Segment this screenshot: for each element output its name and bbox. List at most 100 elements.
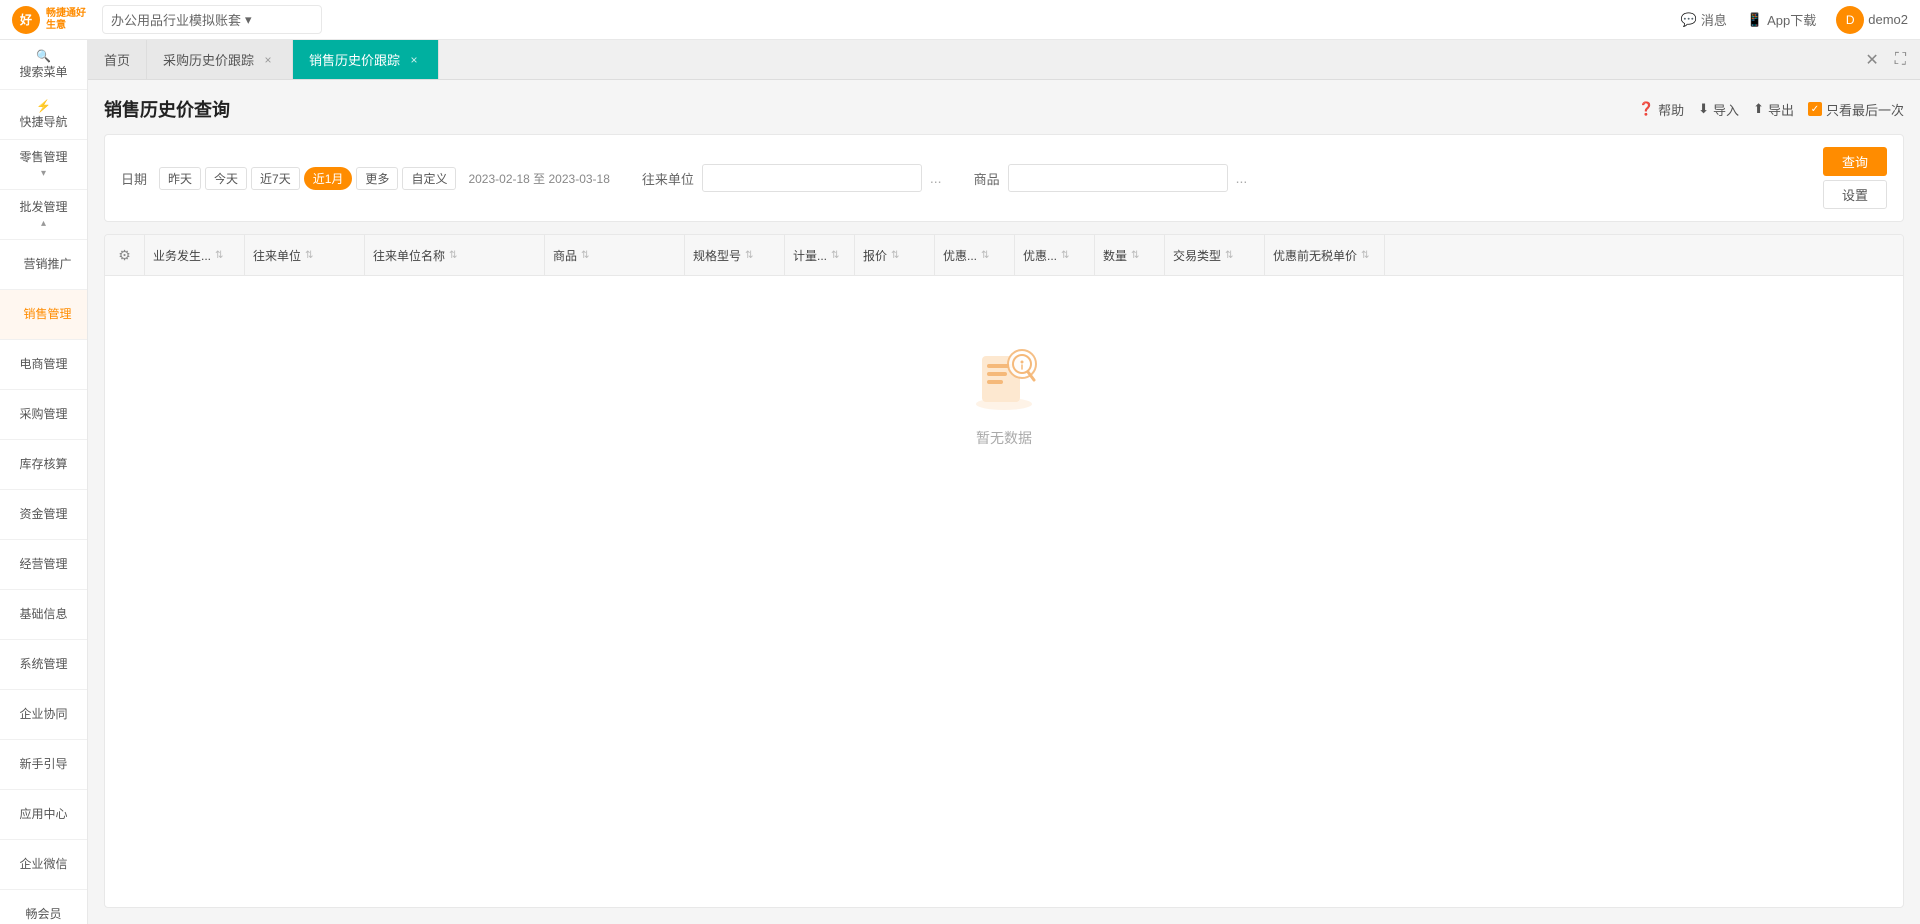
sidebar-item-quick-nav[interactable]: ⚡ 快捷导航 bbox=[0, 90, 87, 140]
date-btn-more[interactable]: 更多 bbox=[356, 167, 398, 190]
last-only-checkbox[interactable]: ✓ 只看最后一次 bbox=[1808, 100, 1904, 119]
sort-icon-qty: ⇅ bbox=[1131, 250, 1139, 261]
tab-sales-track[interactable]: 销售历史价跟踪 × bbox=[293, 40, 439, 79]
partner-picker-btn[interactable]: ... bbox=[930, 170, 942, 186]
help-icon: ❓ bbox=[1638, 101, 1654, 117]
date-btn-7days[interactable]: 近7天 bbox=[251, 167, 300, 190]
th-product[interactable]: 商品 ⇅ bbox=[545, 235, 685, 275]
empty-text: 暂无数据 bbox=[976, 428, 1032, 448]
content-area: 首页 采购历史价跟踪 × 销售历史价跟踪 × ✕ ⛶ 销售历史价查询 bbox=[88, 40, 1920, 924]
sort-icon-partner-name: ⇅ bbox=[449, 250, 457, 261]
nav-icon: ⚡ bbox=[36, 99, 51, 113]
sidebar-item-enterprise-wx[interactable]: 企业微信 bbox=[0, 840, 87, 890]
sort-icon-trade-type: ⇅ bbox=[1225, 250, 1233, 261]
sidebar-item-sales-mgmt[interactable]: 销售管理 bbox=[0, 290, 87, 340]
sidebar-item-retail[interactable]: 零售管理 ▾ bbox=[0, 140, 87, 190]
th-discount1[interactable]: 优惠... ⇅ bbox=[935, 235, 1015, 275]
sidebar-item-basic-info[interactable]: 基础信息 bbox=[0, 590, 87, 640]
th-partner-name[interactable]: 往来单位名称 ⇅ bbox=[365, 235, 545, 275]
date-buttons: 昨天 今天 近7天 近1月 更多 自定义 bbox=[159, 167, 456, 190]
tab-close-sales[interactable]: × bbox=[406, 52, 422, 68]
logo-icon: 好 bbox=[12, 6, 40, 34]
message-btn[interactable]: 💬 消息 bbox=[1681, 10, 1727, 29]
sort-icon-unit: ⇅ bbox=[831, 250, 839, 261]
th-discount2[interactable]: 优惠... ⇅ bbox=[1015, 235, 1095, 275]
org-dropdown[interactable]: 办公用品行业模拟账套 ▾ bbox=[102, 5, 322, 34]
page-header: 销售历史价查询 ❓ 帮助 ⬇ 导入 ⬆ 导出 ✓ bbox=[104, 96, 1904, 122]
tab-home[interactable]: 首页 bbox=[88, 40, 147, 79]
sort-icon-date: ⇅ bbox=[215, 250, 223, 261]
sort-icon-partner-id: ⇅ bbox=[305, 250, 313, 261]
chevron-down-icon: ▾ bbox=[245, 12, 252, 28]
partner-input[interactable] bbox=[702, 164, 922, 192]
date-btn-today[interactable]: 今天 bbox=[205, 167, 247, 190]
tab-bar-actions: ✕ ⛶ bbox=[1859, 48, 1920, 72]
page-title: 销售历史价查询 bbox=[104, 96, 230, 122]
checkbox-checked-icon: ✓ bbox=[1808, 102, 1822, 116]
tab-purchase-track[interactable]: 采购历史价跟踪 × bbox=[147, 40, 293, 79]
settings-button[interactable]: 设置 bbox=[1823, 180, 1887, 209]
sidebar-item-ecommerce[interactable]: 电商管理 bbox=[0, 340, 87, 390]
app-download-btn[interactable]: 📱 App下载 bbox=[1747, 10, 1816, 29]
logo-text: 畅捷通好生意 bbox=[46, 8, 92, 32]
sort-icon-notax-price: ⇅ bbox=[1361, 250, 1369, 261]
product-input[interactable] bbox=[1008, 164, 1228, 192]
th-qty[interactable]: 数量 ⇅ bbox=[1095, 235, 1165, 275]
chevron-up-icon: ▴ bbox=[41, 218, 46, 229]
sidebar-item-system[interactable]: 系统管理 bbox=[0, 640, 87, 690]
filter-actions: 查询 设置 bbox=[1823, 147, 1887, 209]
th-price[interactable]: 报价 ⇅ bbox=[855, 235, 935, 275]
partner-filter-group: 往来单位 ... bbox=[642, 164, 942, 192]
chevron-down-icon: ▾ bbox=[41, 168, 46, 179]
import-icon: ⬇ bbox=[1698, 101, 1709, 117]
close-tab-icon[interactable]: ✕ bbox=[1859, 48, 1884, 72]
logo: 好 畅捷通好生意 bbox=[12, 6, 92, 34]
sidebar: 🔍 搜索菜单 ⚡ 快捷导航 零售管理 ▾ 批发管理 ▴ 营销推广 销售管理 电商… bbox=[0, 40, 88, 924]
search-icon: 🔍 bbox=[36, 49, 51, 63]
sidebar-item-inventory[interactable]: 库存核算 bbox=[0, 440, 87, 490]
sidebar-item-beginner[interactable]: 新手引导 bbox=[0, 740, 87, 790]
th-partner-id[interactable]: 往来单位 ⇅ bbox=[245, 235, 365, 275]
sidebar-item-search-menu[interactable]: 🔍 搜索菜单 bbox=[0, 40, 87, 90]
sidebar-item-operation[interactable]: 经营管理 bbox=[0, 540, 87, 590]
sidebar-item-purchase[interactable]: 采购管理 bbox=[0, 390, 87, 440]
th-spec[interactable]: 规格型号 ⇅ bbox=[685, 235, 785, 275]
top-bar: 好 畅捷通好生意 办公用品行业模拟账套 ▾ 💬 消息 📱 App下载 D dem… bbox=[0, 0, 1920, 40]
date-btn-1month[interactable]: 近1月 bbox=[304, 167, 353, 190]
top-bar-right: 💬 消息 📱 App下载 D demo2 bbox=[1681, 6, 1908, 34]
gear-icon: ⚙ bbox=[118, 247, 131, 264]
help-btn[interactable]: ❓ 帮助 bbox=[1638, 100, 1684, 119]
tab-bar: 首页 采购历史价跟踪 × 销售历史价跟踪 × ✕ ⛶ bbox=[88, 40, 1920, 80]
tab-close-purchase[interactable]: × bbox=[260, 52, 276, 68]
date-btn-yesterday[interactable]: 昨天 bbox=[159, 167, 201, 190]
sidebar-item-finance[interactable]: 资金管理 bbox=[0, 490, 87, 540]
avatar: D bbox=[1836, 6, 1864, 34]
query-button[interactable]: 查询 bbox=[1823, 147, 1887, 176]
maximize-icon[interactable]: ⛶ bbox=[1889, 49, 1912, 71]
sidebar-item-app-center[interactable]: 应用中心 bbox=[0, 790, 87, 840]
date-filter-label: 日期 bbox=[121, 169, 147, 188]
message-icon: 💬 bbox=[1681, 12, 1697, 28]
empty-state: 暂无数据 bbox=[105, 276, 1903, 508]
th-trade-type[interactable]: 交易类型 ⇅ bbox=[1165, 235, 1265, 275]
sidebar-item-marketing[interactable]: 营销推广 bbox=[0, 240, 87, 290]
export-btn[interactable]: ⬆ 导出 bbox=[1753, 100, 1794, 119]
sort-icon-price: ⇅ bbox=[891, 250, 899, 261]
sidebar-item-member[interactable]: 畅会员 bbox=[0, 890, 87, 924]
th-notax-price[interactable]: 优惠前无税单价 ⇅ bbox=[1265, 235, 1385, 275]
filter-area: 日期 昨天 今天 近7天 近1月 更多 自定义 2023-02-18 至 202… bbox=[104, 134, 1904, 222]
main-layout: 🔍 搜索菜单 ⚡ 快捷导航 零售管理 ▾ 批发管理 ▴ 营销推广 销售管理 电商… bbox=[0, 40, 1920, 924]
th-date[interactable]: 业务发生... ⇅ bbox=[145, 235, 245, 275]
export-icon: ⬆ bbox=[1753, 101, 1764, 117]
sidebar-item-cooperation[interactable]: 企业协同 bbox=[0, 690, 87, 740]
sidebar-item-wholesale[interactable]: 批发管理 ▴ bbox=[0, 190, 87, 240]
page-content: 销售历史价查询 ❓ 帮助 ⬇ 导入 ⬆ 导出 ✓ bbox=[88, 80, 1920, 924]
product-picker-btn[interactable]: ... bbox=[1236, 170, 1248, 186]
th-unit[interactable]: 计量... ⇅ bbox=[785, 235, 855, 275]
date-btn-custom[interactable]: 自定义 bbox=[402, 167, 456, 190]
table-settings-btn[interactable]: ⚙ bbox=[105, 235, 145, 275]
partner-filter-label: 往来单位 bbox=[642, 169, 694, 188]
user-btn[interactable]: D demo2 bbox=[1836, 6, 1908, 34]
empty-icon bbox=[964, 336, 1044, 416]
import-btn[interactable]: ⬇ 导入 bbox=[1698, 100, 1739, 119]
